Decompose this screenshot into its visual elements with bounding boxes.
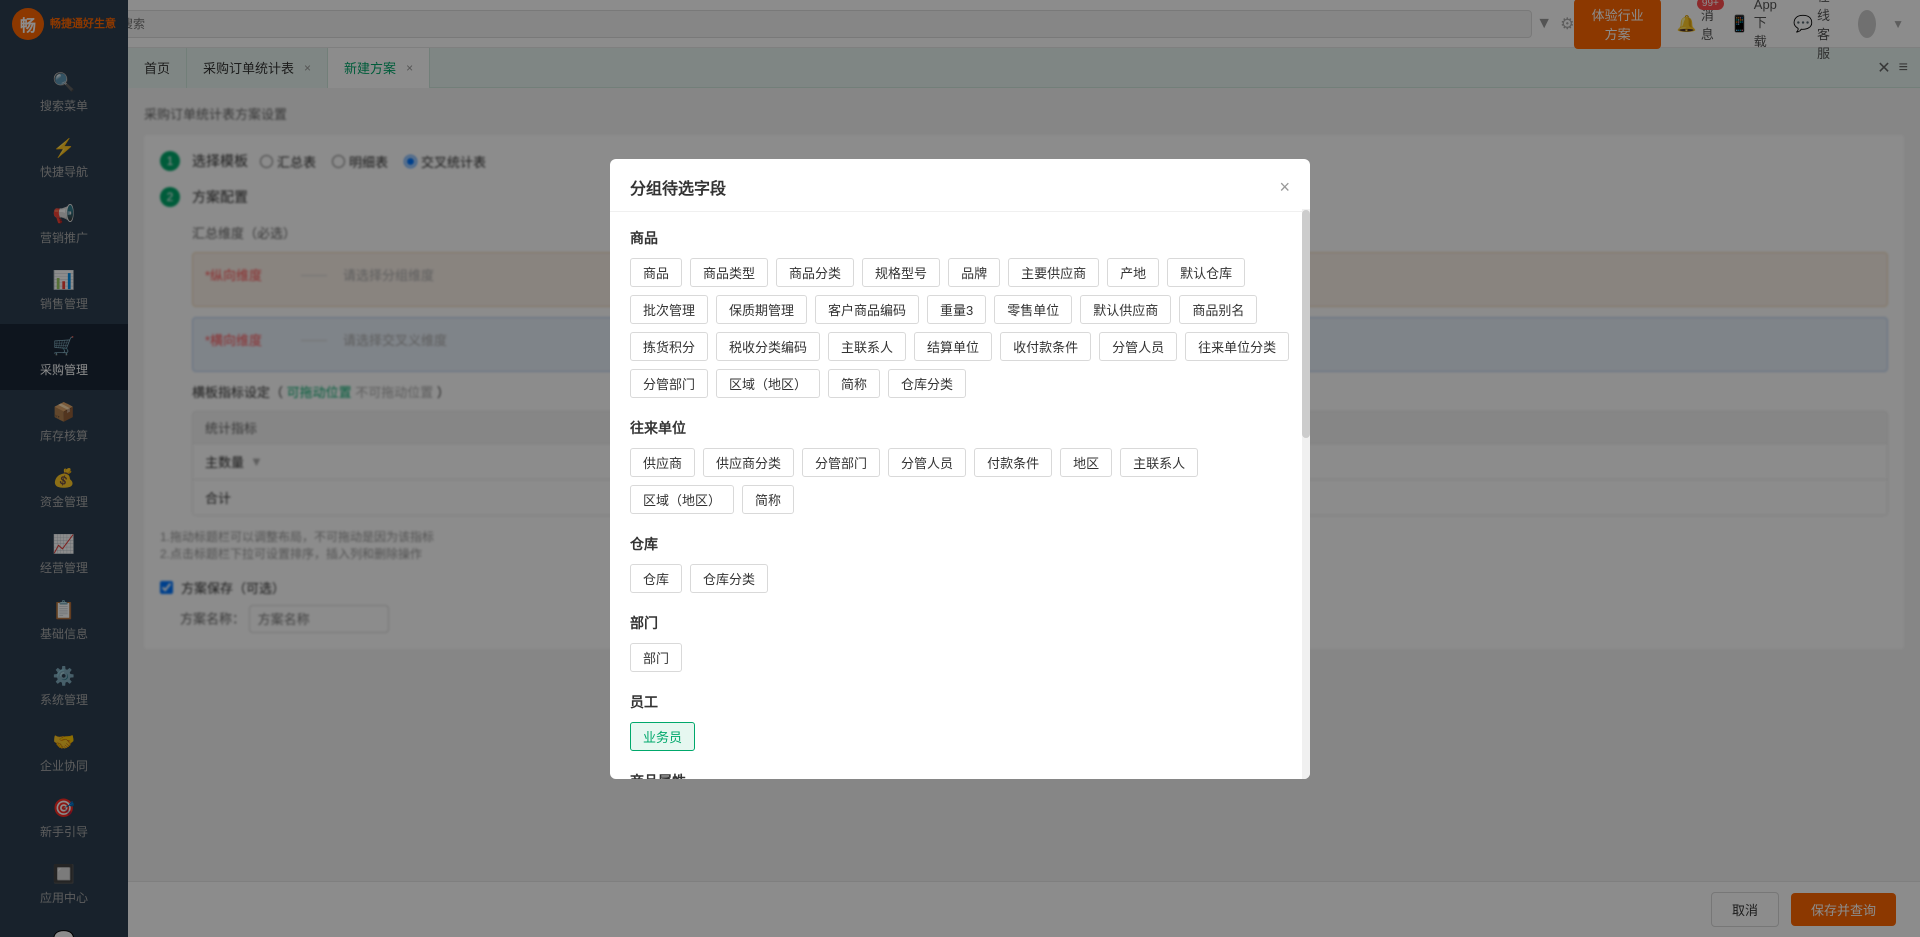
- field-section-title-product-attr: 商品属性: [630, 771, 1290, 779]
- field-section-product-attr: 商品属性 属性 颜色 多规格 尺码 鞋码 1: [630, 771, 1290, 779]
- field-section-dept: 部门 部门: [630, 613, 1290, 672]
- field-tag-weight3[interactable]: 重量3: [927, 295, 986, 324]
- field-tags-counterparty: 供应商 供应商分类 分管部门 分管人员 付款条件 地区 主联系人 区域（地区） …: [630, 448, 1290, 514]
- field-tag-settlement-unit[interactable]: 结算单位: [914, 332, 992, 361]
- field-tag-customer-code[interactable]: 客户商品编码: [815, 295, 919, 324]
- modal-title: 分组待选字段: [630, 175, 726, 199]
- field-section-warehouse: 仓库 仓库 仓库分类: [630, 534, 1290, 593]
- field-tag-area[interactable]: 地区: [1060, 448, 1112, 477]
- modal-body[interactable]: 商品 商品 商品类型 商品分类 规格型号 品牌 主要供应商 产地 默认仓库 批次…: [610, 212, 1310, 779]
- field-tag-short-name2[interactable]: 简称: [742, 485, 794, 514]
- field-tag-dept[interactable]: 部门: [630, 643, 682, 672]
- field-tag-retail-unit[interactable]: 零售单位: [994, 295, 1072, 324]
- field-tag-brand[interactable]: 品牌: [948, 258, 1000, 287]
- field-tag-default-warehouse[interactable]: 默认仓库: [1167, 258, 1245, 287]
- field-tag-payment-condition[interactable]: 付款条件: [974, 448, 1052, 477]
- field-tag-supplier[interactable]: 供应商: [630, 448, 695, 477]
- field-section-title-warehouse: 仓库: [630, 534, 1290, 554]
- field-tag-spec-type[interactable]: 规格型号: [862, 258, 940, 287]
- field-tag-short-name[interactable]: 简称: [828, 369, 880, 398]
- field-tag-default-supplier[interactable]: 默认供应商: [1080, 295, 1171, 324]
- field-tag-mgmt-person[interactable]: 分管人员: [888, 448, 966, 477]
- scrollbar-thumb[interactable]: [1302, 210, 1310, 438]
- field-tag-batch-mgmt[interactable]: 批次管理: [630, 295, 708, 324]
- field-tag-product-alias[interactable]: 商品别名: [1179, 295, 1257, 324]
- field-tag-origin[interactable]: 产地: [1107, 258, 1159, 287]
- field-tag-main-contact[interactable]: 主联系人: [828, 332, 906, 361]
- field-tag-region2[interactable]: 区域（地区）: [630, 485, 734, 514]
- field-tag-warehouse[interactable]: 仓库: [630, 564, 682, 593]
- field-tag-pickup-points[interactable]: 拣货积分: [630, 332, 708, 361]
- field-tags-product: 商品 商品类型 商品分类 规格型号 品牌 主要供应商 产地 默认仓库 批次管理 …: [630, 258, 1290, 398]
- field-tag-supervisor[interactable]: 分管人员: [1099, 332, 1177, 361]
- field-tag-tax-code[interactable]: 税收分类编码: [716, 332, 820, 361]
- field-tag-product[interactable]: 商品: [630, 258, 682, 287]
- field-tag-supplier-category[interactable]: 供应商分类: [703, 448, 794, 477]
- field-tag-product-type[interactable]: 商品类型: [690, 258, 768, 287]
- field-tag-mgmt-dept[interactable]: 分管部门: [802, 448, 880, 477]
- field-section-title-dept: 部门: [630, 613, 1290, 633]
- field-tag-region[interactable]: 区域（地区）: [716, 369, 820, 398]
- field-section-staff: 员工 业务员: [630, 692, 1290, 751]
- field-tags-warehouse: 仓库 仓库分类: [630, 564, 1290, 593]
- field-tags-staff: 业务员: [630, 722, 1290, 751]
- field-section-title-staff: 员工: [630, 692, 1290, 712]
- modal-overlay: 分组待选字段 × 商品 商品 商品类型 商品分类 规格型号 品牌 主要供应商 产…: [0, 0, 1920, 937]
- field-tag-main-supplier[interactable]: 主要供应商: [1008, 258, 1099, 287]
- field-tags-dept: 部门: [630, 643, 1290, 672]
- field-section-product: 商品 商品 商品类型 商品分类 规格型号 品牌 主要供应商 产地 默认仓库 批次…: [630, 228, 1290, 398]
- field-tag-supervisor-dept[interactable]: 分管部门: [630, 369, 708, 398]
- field-section-title-counterparty: 往来单位: [630, 418, 1290, 438]
- field-tag-contact-person[interactable]: 主联系人: [1120, 448, 1198, 477]
- modal-dialog: 分组待选字段 × 商品 商品 商品类型 商品分类 规格型号 品牌 主要供应商 产…: [610, 159, 1310, 779]
- field-tag-source-unit-cat[interactable]: 往来单位分类: [1185, 332, 1289, 361]
- field-tag-salesperson[interactable]: 业务员: [630, 722, 695, 751]
- modal-close-btn[interactable]: ×: [1279, 178, 1290, 196]
- field-section-counterparty: 往来单位 供应商 供应商分类 分管部门 分管人员 付款条件 地区 主联系人 区域…: [630, 418, 1290, 514]
- field-tag-payment-terms[interactable]: 收付款条件: [1000, 332, 1091, 361]
- field-tag-expiry-mgmt[interactable]: 保质期管理: [716, 295, 807, 324]
- scrollbar-track: [1302, 209, 1310, 779]
- field-tag-warehouse-cat[interactable]: 仓库分类: [690, 564, 768, 593]
- modal-header: 分组待选字段 ×: [610, 159, 1310, 212]
- field-tag-product-category[interactable]: 商品分类: [776, 258, 854, 287]
- field-section-title-product: 商品: [630, 228, 1290, 248]
- field-tag-warehouse-category[interactable]: 仓库分类: [888, 369, 966, 398]
